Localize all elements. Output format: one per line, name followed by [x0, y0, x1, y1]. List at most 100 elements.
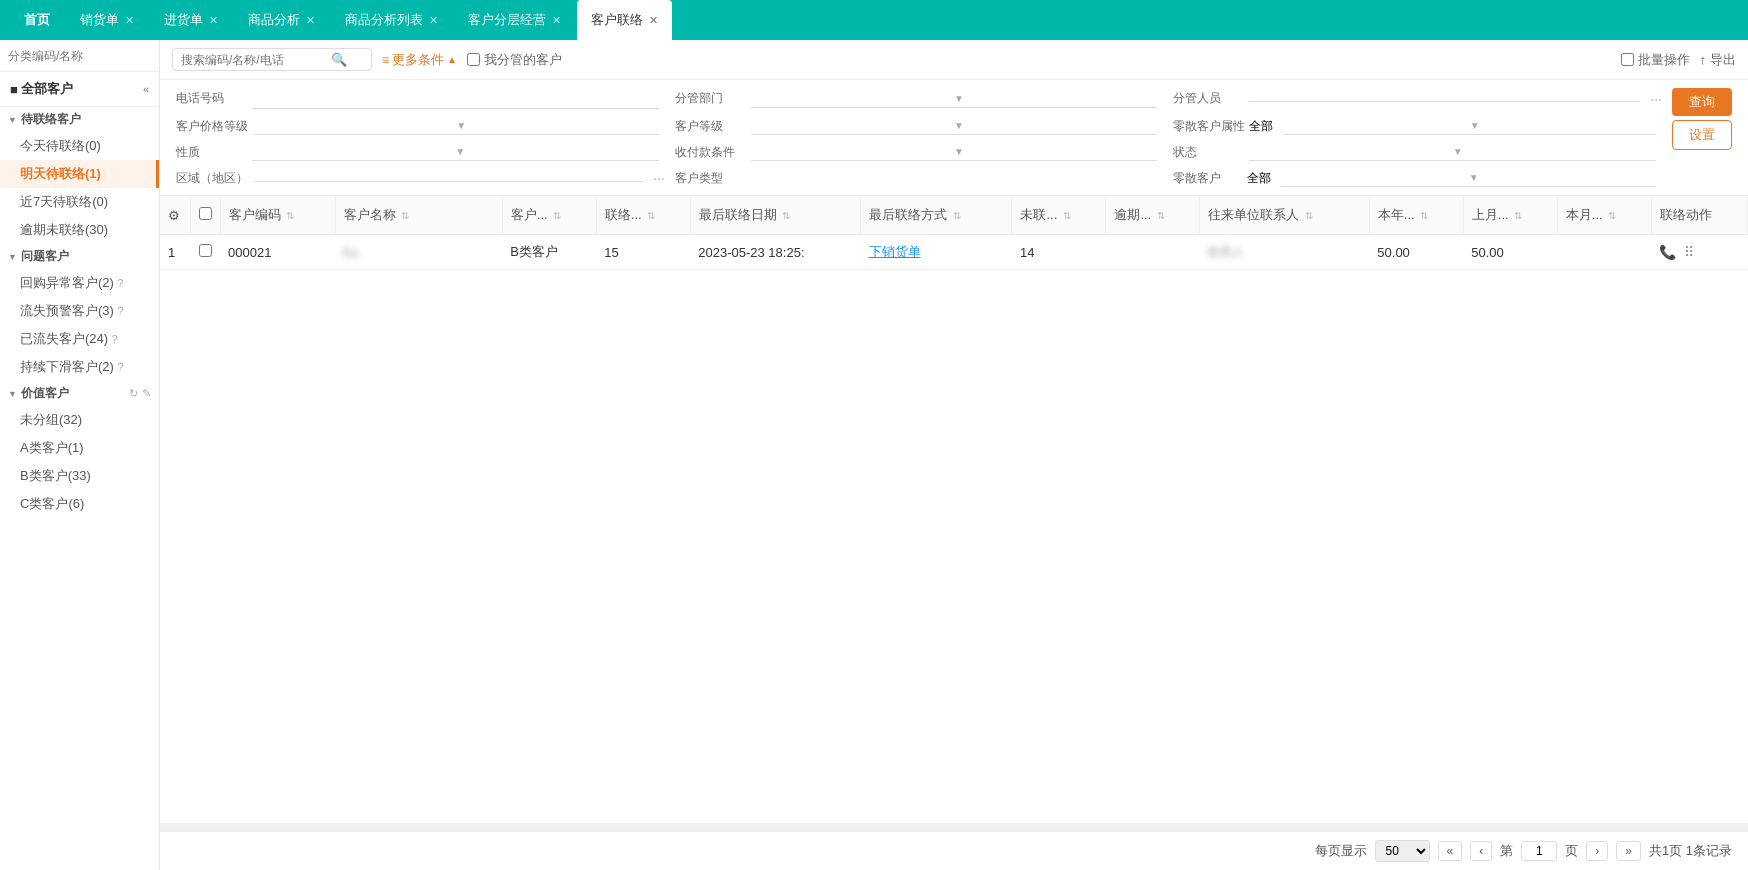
filter-region: 区域（地区） ···	[176, 170, 665, 187]
this-year-sort-icon[interactable]: ⇅	[1420, 210, 1428, 221]
section-value-customers[interactable]: ▼ 价值客户 ↻ ✎	[0, 381, 159, 406]
contact-count-sort-icon[interactable]: ⇅	[647, 210, 655, 221]
nav-sales-close[interactable]: ✕	[125, 14, 134, 27]
page-label: 第	[1500, 842, 1513, 860]
next-page-button[interactable]: ›	[1586, 841, 1608, 861]
search-icon[interactable]: 🔍	[331, 52, 347, 67]
value-edit-icon[interactable]: ✎	[142, 387, 151, 400]
last-page-button[interactable]: »	[1616, 841, 1641, 861]
person-more-icon[interactable]: ···	[1650, 91, 1662, 107]
filter-customer-level: 客户等级 ▼	[675, 117, 1164, 135]
nav-purchase[interactable]: 进货单 ✕	[150, 0, 232, 40]
col-code-header: 客户编码 ⇅	[220, 196, 335, 235]
dept-select[interactable]: ▼	[751, 90, 1158, 108]
nav-home[interactable]: 首页	[10, 0, 64, 40]
query-button[interactable]: 查询	[1672, 88, 1732, 116]
sidebar-item-today-contact[interactable]: 今天待联络(0)	[0, 132, 159, 160]
phone-input[interactable]	[252, 88, 659, 109]
sidebar-item-churned[interactable]: 已流失客户(24) ?	[0, 325, 159, 353]
last-month-sort-icon[interactable]: ⇅	[1514, 210, 1522, 221]
table-settings-icon[interactable]: ⚙	[168, 208, 180, 223]
retail-attr-select[interactable]: ▼	[1283, 117, 1656, 135]
page-end-label: 页	[1565, 842, 1578, 860]
horizontal-scrollbar[interactable]	[160, 823, 1748, 831]
status-select[interactable]: ▼	[1249, 143, 1656, 161]
row-no: 1	[160, 235, 190, 270]
sidebar-item-declining[interactable]: 持续下滑客户(2) ?	[0, 353, 159, 381]
nav-goods-analysis-close[interactable]: ✕	[306, 14, 315, 27]
nav-customer-tier[interactable]: 客户分层经营 ✕	[454, 0, 575, 40]
sidebar-search-input[interactable]	[8, 49, 158, 63]
filter-status: 状态 ▼	[1173, 143, 1662, 161]
last-method-sort-icon[interactable]: ⇅	[953, 210, 961, 221]
first-page-button[interactable]: «	[1438, 841, 1463, 861]
gender-select[interactable]: ▼	[252, 143, 659, 161]
search-box: 🔍	[172, 48, 372, 71]
value-refresh-icon[interactable]: ↻	[129, 387, 138, 400]
select-all-checkbox[interactable]	[199, 207, 212, 220]
name-sort-icon[interactable]: ⇅	[401, 210, 409, 221]
my-customers-check[interactable]	[467, 53, 480, 66]
sidebar-all-customers[interactable]: ■ 全部客户 «	[0, 72, 159, 107]
nav-customer-contact[interactable]: 客户联络 ✕	[577, 0, 672, 40]
sidebar-item-ungrouped[interactable]: 未分组(32)	[0, 406, 159, 434]
row-select-checkbox[interactable]	[199, 244, 212, 257]
last-date-sort-icon[interactable]: ⇅	[782, 210, 790, 221]
filter-phone: 电话号码	[176, 88, 665, 109]
customer-level-select[interactable]: ▼	[751, 117, 1158, 135]
table-row: 1 000021 Ea B类客户	[160, 235, 1748, 270]
search-input[interactable]	[181, 53, 331, 67]
code-sort-icon[interactable]: ⇅	[286, 210, 294, 221]
nav-goods-analysis-list[interactable]: 商品分析列表 ✕	[331, 0, 452, 40]
sidebar-item-class-c[interactable]: C类客户(6)	[0, 490, 159, 518]
nav-goods-list-close[interactable]: ✕	[429, 14, 438, 27]
nav-purchase-close[interactable]: ✕	[209, 14, 218, 27]
contact-method-link[interactable]: 下销货单	[869, 244, 921, 259]
section-pending-contact[interactable]: ▼ 待联络客户	[0, 107, 159, 132]
nav-goods-analysis[interactable]: 商品分析 ✕	[234, 0, 329, 40]
nav-contact-close[interactable]: ✕	[649, 14, 658, 27]
sidebar-item-week-contact[interactable]: 近7天待联络(0)	[0, 188, 159, 216]
sidebar-collapse-icon[interactable]: «	[143, 83, 149, 95]
row-phone-action-icon[interactable]: 📞	[1659, 244, 1676, 260]
this-month-sort-icon[interactable]: ⇅	[1608, 210, 1616, 221]
payment-select[interactable]: ▼	[751, 143, 1158, 161]
sidebar-item-class-a[interactable]: A类客户(1)	[0, 434, 159, 462]
region-more-icon[interactable]: ···	[653, 170, 665, 186]
nav-sales[interactable]: 销货单 ✕	[66, 0, 148, 40]
row-actions: 📞 ⠿	[1651, 235, 1747, 270]
filter-person: 分管人员 ···	[1173, 90, 1662, 107]
overdue-sort-icon[interactable]: ⇅	[1157, 210, 1165, 221]
retail-customer-select[interactable]: ▼	[1281, 169, 1656, 187]
data-table-area: ⚙ 客户编码 ⇅ 客户名称 ⇅	[160, 196, 1748, 823]
settings-button[interactable]: 设置	[1672, 120, 1732, 150]
more-conditions-btn[interactable]: ≡ 更多条件 ▲	[382, 51, 457, 69]
sidebar-item-tomorrow-contact[interactable]: 明天待联络(1)	[0, 160, 159, 188]
type-sort-icon[interactable]: ⇅	[553, 210, 561, 221]
prev-page-button[interactable]: ‹	[1470, 841, 1492, 861]
my-customers-checkbox[interactable]: 我分管的客户	[467, 51, 562, 69]
table-header-row: ⚙ 客户编码 ⇅ 客户名称 ⇅	[160, 196, 1748, 235]
retail-attr-chevron: ▼	[1470, 120, 1650, 131]
filter-row-1: 电话号码 分管部门 ▼ 分管人员	[176, 88, 1662, 109]
nav-tier-close[interactable]: ✕	[552, 14, 561, 27]
page-number-input[interactable]	[1521, 841, 1557, 861]
col-this-year-header: 本年... ⇅	[1369, 196, 1463, 235]
region-input-area[interactable]	[254, 175, 643, 182]
export-button[interactable]: ↑ 导出	[1700, 51, 1737, 69]
sidebar-item-churn-warning[interactable]: 流失预警客户(3) ?	[0, 297, 159, 325]
col-checkbox	[190, 196, 220, 235]
bulk-ops-checkbox[interactable]	[1621, 53, 1634, 66]
price-level-select[interactable]: ▼	[254, 117, 659, 135]
customer-type-area	[745, 175, 1164, 181]
page-size-select[interactable]: 50 100 200	[1375, 840, 1430, 862]
sidebar-item-abnormal[interactable]: 回购异常客户(2) ?	[0, 269, 159, 297]
sidebar-item-class-b[interactable]: B类客户(33)	[0, 462, 159, 490]
uncontact-sort-icon[interactable]: ⇅	[1063, 210, 1071, 221]
bulk-ops-button[interactable]: 批量操作	[1621, 51, 1690, 69]
row-more-action-icon[interactable]: ⠿	[1684, 244, 1694, 260]
section-problem-customers[interactable]: ▼ 问题客户	[0, 244, 159, 269]
person-input-area[interactable]	[1249, 95, 1640, 102]
contact-person-sort-icon[interactable]: ⇅	[1305, 210, 1313, 221]
sidebar-item-overdue-contact[interactable]: 逾期未联络(30)	[0, 216, 159, 244]
